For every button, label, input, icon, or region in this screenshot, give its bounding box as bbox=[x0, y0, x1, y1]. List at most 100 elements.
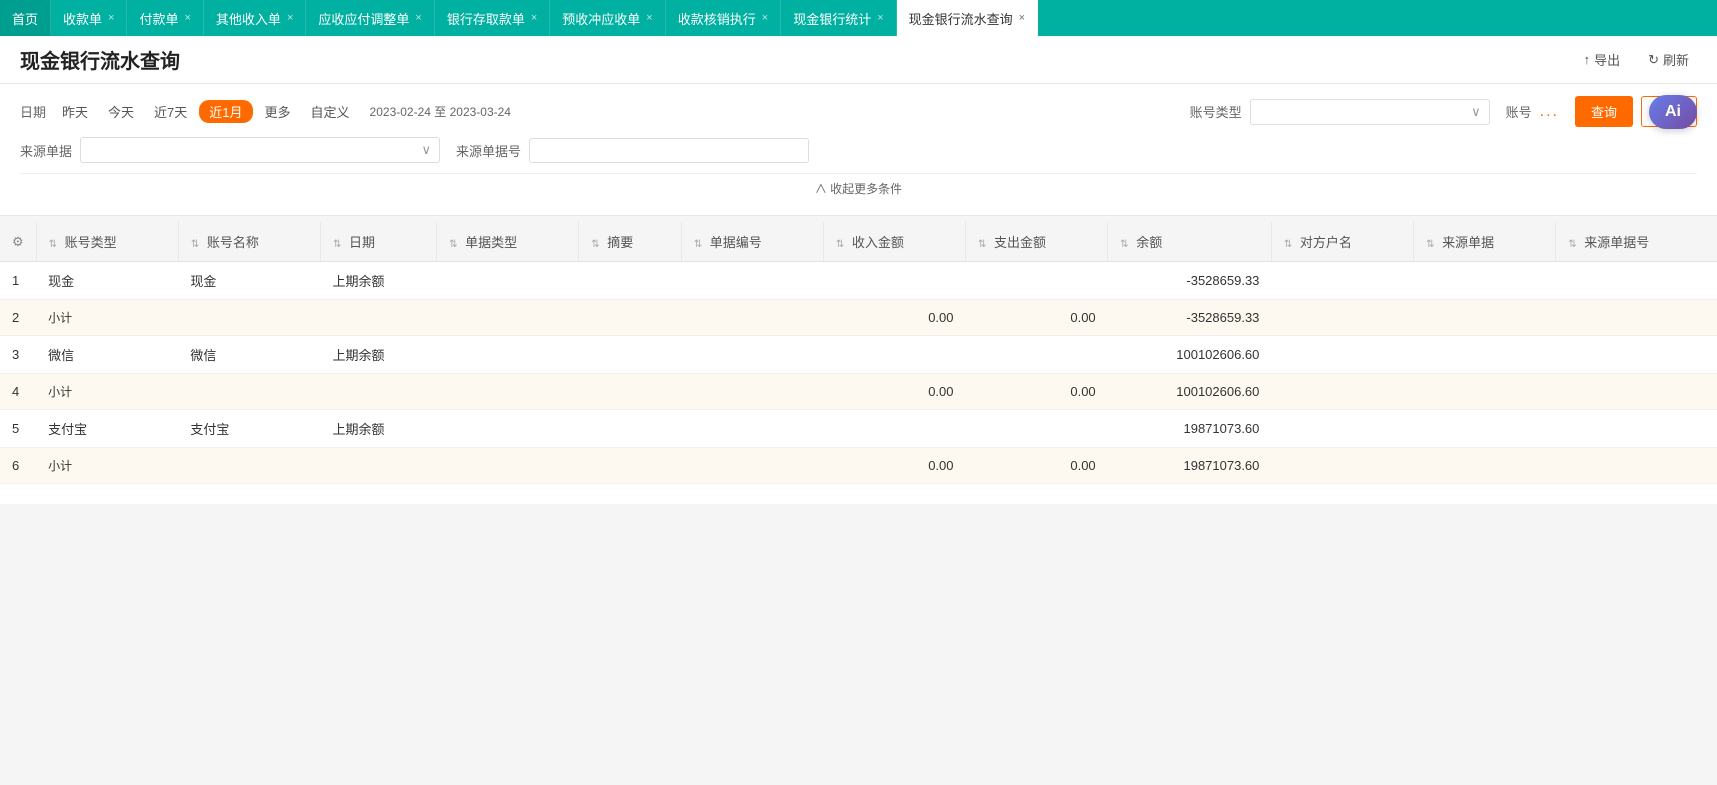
cell-summary bbox=[579, 336, 681, 374]
nav-tab-bank-deposit-label: 银行存取款单 bbox=[447, 9, 525, 28]
top-navigation: 首页 收款单 × 付款单 × 其他收入单 × 应收应付调整单 × 银行存取款单 … bbox=[0, 0, 1717, 36]
refresh-icon: ↻ bbox=[1648, 52, 1659, 68]
cell-summary bbox=[579, 262, 681, 300]
page-title: 现金银行流水查询 bbox=[20, 45, 180, 74]
cell-date bbox=[320, 374, 436, 410]
source-doc-label: 来源单据 bbox=[20, 141, 72, 160]
col-date[interactable]: ⇅ 日期 bbox=[320, 222, 436, 262]
col-income[interactable]: ⇅ 收入金额 bbox=[823, 222, 965, 262]
cell-date bbox=[320, 448, 436, 484]
col-doc-type[interactable]: ⇅ 单据类型 bbox=[437, 222, 579, 262]
account-type-label: 账号类型 bbox=[1190, 102, 1242, 121]
col-account-name[interactable]: ⇅ 账号名称 bbox=[178, 222, 320, 262]
nav-tab-other-income[interactable]: 其他收入单 × bbox=[204, 0, 306, 36]
nav-tab-adjustment-label: 应收应付调整单 bbox=[318, 9, 409, 28]
col-expense[interactable]: ⇅ 支出金额 bbox=[966, 222, 1108, 262]
cell-account-name bbox=[178, 374, 320, 410]
nav-tab-bank-deposit[interactable]: 银行存取款单 × bbox=[435, 0, 550, 36]
source-doc-select[interactable]: ∨ bbox=[80, 137, 440, 163]
collapse-bar[interactable]: ∧ 收起更多条件 bbox=[20, 173, 1697, 203]
cell-summary bbox=[579, 448, 681, 484]
export-button[interactable]: ↑ 导出 bbox=[1576, 46, 1629, 73]
nav-tab-adjustment-close[interactable]: × bbox=[415, 12, 421, 24]
nav-tab-payment-close[interactable]: × bbox=[184, 12, 190, 24]
query-button[interactable]: 查询 bbox=[1575, 96, 1633, 127]
nav-tab-home[interactable]: 首页 bbox=[0, 0, 51, 36]
cell-doc-type bbox=[437, 448, 579, 484]
nav-tab-receipt-close[interactable]: × bbox=[108, 12, 114, 24]
cell-doc-number bbox=[681, 448, 823, 484]
cell-balance: 100102606.60 bbox=[1108, 336, 1272, 374]
cell-source-doc bbox=[1414, 336, 1556, 374]
col-summary[interactable]: ⇅ 摘要 bbox=[579, 222, 681, 262]
col-source-doc-num[interactable]: ⇅ 来源单据号 bbox=[1556, 222, 1717, 262]
cell-doc-type bbox=[437, 262, 579, 300]
table-container: ⚙ ⇅ 账号类型 ⇅ 账号名称 ⇅ 日期 ⇅ 单据类型 bbox=[0, 222, 1717, 504]
cell-account-name: 微信 bbox=[178, 336, 320, 374]
nav-tab-payment[interactable]: 付款单 × bbox=[127, 0, 203, 36]
source-doc-chevron-icon: ∨ bbox=[422, 142, 432, 158]
nav-tab-cashflow-close[interactable]: × bbox=[1019, 12, 1025, 24]
sort-icon: ⇅ bbox=[333, 239, 341, 250]
account-dots-button[interactable]: ... bbox=[1540, 103, 1559, 121]
cell-index: 3 bbox=[0, 336, 36, 374]
cell-expense bbox=[966, 262, 1108, 300]
date-opt-7days[interactable]: 近7天 bbox=[146, 100, 195, 123]
nav-tab-bank-deposit-close[interactable]: × bbox=[531, 12, 537, 24]
nav-tab-prepayment[interactable]: 预收冲应收单 × bbox=[550, 0, 665, 36]
col-doc-number[interactable]: ⇅ 单据编号 bbox=[681, 222, 823, 262]
table-settings-icon[interactable]: ⚙ bbox=[12, 234, 24, 250]
col-account-type[interactable]: ⇅ 账号类型 bbox=[36, 222, 178, 262]
nav-tab-prepayment-close[interactable]: × bbox=[646, 12, 652, 24]
sort-icon: ⇅ bbox=[1426, 239, 1434, 250]
nav-tab-adjustment[interactable]: 应收应付调整单 × bbox=[306, 0, 434, 36]
nav-tab-receipt[interactable]: 收款单 × bbox=[51, 0, 127, 36]
source-doc-num-filter-group: 来源单据号 bbox=[456, 138, 809, 163]
date-opt-more[interactable]: 更多 bbox=[257, 100, 299, 123]
nav-tab-bank-stats-close[interactable]: × bbox=[877, 12, 883, 24]
table-row: 4小计0.000.00100102606.60 bbox=[0, 374, 1717, 410]
cell-account-type: 小计 bbox=[36, 374, 178, 410]
cell-expense: 0.00 bbox=[966, 300, 1108, 336]
account-label: 账号 bbox=[1506, 102, 1532, 121]
cell-account-name: 支付宝 bbox=[178, 410, 320, 448]
date-range-display: 2023-02-24 至 2023-03-24 bbox=[370, 103, 511, 120]
nav-tab-collection[interactable]: 收款核销执行 × bbox=[666, 0, 781, 36]
date-filter-group: 日期 昨天 今天 近7天 近1月 更多 自定义 2023-02-24 至 202… bbox=[20, 100, 511, 123]
date-opt-yesterday[interactable]: 昨天 bbox=[54, 100, 96, 123]
nav-tab-home-label: 首页 bbox=[12, 9, 38, 28]
cell-index: 2 bbox=[0, 300, 36, 336]
cell-income bbox=[823, 336, 965, 374]
cell-doc-number bbox=[681, 410, 823, 448]
date-opt-1month[interactable]: 近1月 bbox=[199, 100, 252, 123]
account-type-select[interactable]: ∨ bbox=[1250, 99, 1490, 125]
cell-doc-type bbox=[437, 374, 579, 410]
nav-tab-other-income-close[interactable]: × bbox=[287, 12, 293, 24]
nav-tab-collection-close[interactable]: × bbox=[762, 12, 768, 24]
refresh-button[interactable]: ↻ 刷新 bbox=[1640, 46, 1697, 73]
date-opt-today[interactable]: 今天 bbox=[100, 100, 142, 123]
account-filter-group: 账号 ... bbox=[1506, 102, 1559, 121]
sort-icon: ⇅ bbox=[836, 239, 844, 250]
cell-source-doc bbox=[1414, 374, 1556, 410]
cell-summary bbox=[579, 300, 681, 336]
cell-expense bbox=[966, 336, 1108, 374]
col-counterpart[interactable]: ⇅ 对方户名 bbox=[1271, 222, 1413, 262]
cell-doc-number bbox=[681, 336, 823, 374]
ai-badge[interactable]: Ai bbox=[1649, 95, 1697, 129]
nav-tab-bank-stats[interactable]: 现金银行统计 × bbox=[781, 0, 896, 36]
source-doc-num-input[interactable] bbox=[529, 138, 809, 163]
cell-counterpart bbox=[1271, 262, 1413, 300]
date-opt-custom[interactable]: 自定义 bbox=[303, 100, 358, 123]
col-source-doc[interactable]: ⇅ 来源单据 bbox=[1414, 222, 1556, 262]
table-body: 1现金现金上期余额-3528659.332小计0.000.00-3528659.… bbox=[0, 262, 1717, 484]
sort-icon: ⇅ bbox=[694, 239, 702, 250]
col-balance[interactable]: ⇅ 余额 bbox=[1108, 222, 1272, 262]
cell-summary bbox=[579, 410, 681, 448]
nav-tab-cashflow[interactable]: 现金银行流水查询 × bbox=[897, 0, 1038, 36]
cell-account-name bbox=[178, 448, 320, 484]
cell-doc-type bbox=[437, 410, 579, 448]
col-settings: ⚙ bbox=[0, 222, 36, 262]
sort-icon: ⇅ bbox=[49, 239, 57, 250]
export-label: 导出 bbox=[1594, 50, 1620, 69]
